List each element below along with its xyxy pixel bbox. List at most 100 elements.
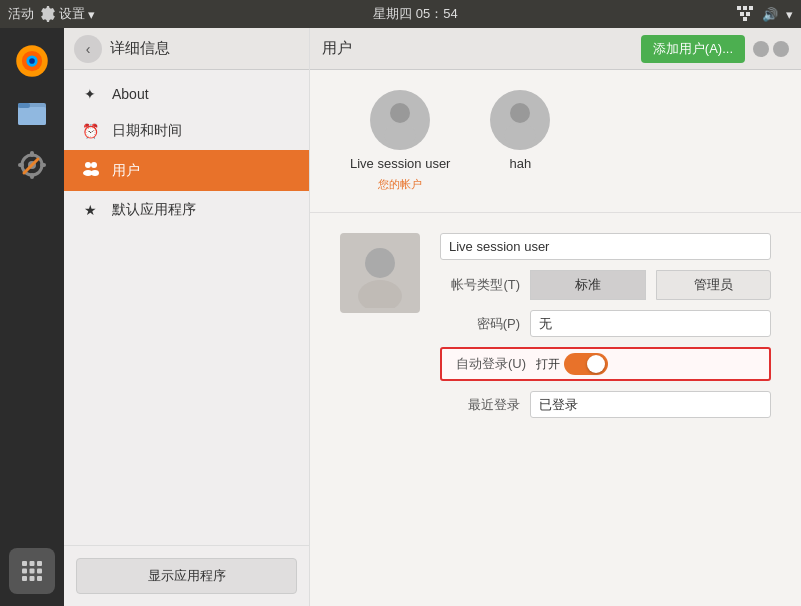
- sidebar-header: ‹ 详细信息: [64, 28, 309, 70]
- activities-button[interactable]: 活动: [8, 5, 34, 23]
- settings-panel: ‹ 详细信息 ✦ About ⏰ 日期和时间: [64, 28, 801, 606]
- autologin-row: 自动登录(U) 打开: [440, 347, 771, 381]
- content-area: 用户 添加用户(A)...: [310, 28, 801, 606]
- type-admin-button[interactable]: 管理员: [656, 270, 772, 300]
- sidebar-item-users[interactable]: 用户: [64, 150, 309, 191]
- add-user-button[interactable]: 添加用户(A)...: [641, 35, 745, 63]
- user-details-form: 帐号类型(T) 标准 管理员 密码(P) 自动登录(U) 打开: [310, 213, 801, 438]
- show-apps-button[interactable]: 显示应用程序: [76, 558, 297, 594]
- sidebar-item-label-about: About: [112, 86, 149, 102]
- last-login-row: 最近登录: [440, 391, 771, 418]
- dock-show-apps[interactable]: [9, 548, 55, 594]
- svg-rect-3: [740, 12, 744, 16]
- sidebar-nav: ✦ About ⏰ 日期和时间: [64, 70, 309, 545]
- window-controls: [753, 41, 789, 57]
- gear-icon: [40, 6, 56, 22]
- users-section: Live session user 您的帐户 hah: [310, 70, 801, 213]
- sidebar-item-datetime[interactable]: ⏰ 日期和时间: [64, 112, 309, 150]
- svg-rect-25: [37, 569, 42, 574]
- volume-icon: 🔊: [762, 7, 778, 22]
- sidebar-item-about[interactable]: ✦ About: [64, 76, 309, 112]
- svg-rect-24: [30, 569, 35, 574]
- svg-rect-23: [22, 569, 27, 574]
- main-container: ‹ 详细信息 ✦ About ⏰ 日期和时间: [0, 28, 801, 606]
- autologin-toggle[interactable]: [564, 353, 608, 375]
- settings-label: 设置: [59, 5, 85, 23]
- svg-point-9: [29, 58, 35, 64]
- svg-rect-17: [18, 163, 24, 167]
- svg-point-38: [358, 280, 402, 308]
- svg-rect-0: [737, 6, 741, 10]
- password-label: 密码(P): [440, 315, 520, 333]
- toggle-knob: [587, 355, 605, 373]
- svg-rect-12: [18, 103, 30, 108]
- sidebar-item-label-datetime: 日期和时间: [112, 122, 182, 140]
- window-close-button[interactable]: [773, 41, 789, 57]
- password-row: 密码(P): [440, 310, 771, 337]
- datetime-display: 星期四 05：54: [373, 5, 458, 23]
- sidebar-footer: 显示应用程序: [64, 545, 309, 606]
- sidebar-item-label-default-apps: 默认应用程序: [112, 201, 196, 219]
- topbar: 活动 设置 ▾ 星期四 05：54 🔊 ▾: [0, 0, 801, 28]
- svg-point-37: [365, 248, 395, 278]
- sidebar-item-default-apps[interactable]: ★ 默认应用程序: [64, 191, 309, 229]
- form-section: 帐号类型(T) 标准 管理员 密码(P) 自动登录(U) 打开: [440, 233, 771, 418]
- svg-rect-4: [746, 12, 750, 16]
- svg-rect-21: [30, 561, 35, 566]
- topbar-left: 活动 设置 ▾: [8, 5, 95, 23]
- user-card-hah[interactable]: hah: [490, 90, 550, 192]
- svg-rect-5: [743, 17, 747, 21]
- autologin-toggle-container: 打开: [536, 353, 608, 375]
- svg-rect-28: [37, 576, 42, 581]
- about-icon: ✦: [80, 86, 100, 102]
- topbar-center: 星期四 05：54: [373, 5, 458, 23]
- dock: [0, 28, 64, 606]
- dock-firefox[interactable]: [9, 38, 55, 84]
- content-title: 用户: [322, 39, 352, 58]
- user-card-live[interactable]: Live session user 您的帐户: [350, 90, 450, 192]
- svg-rect-16: [30, 173, 34, 179]
- sidebar-item-label-users: 用户: [112, 162, 140, 180]
- username-row: [440, 233, 771, 260]
- username-input[interactable]: [440, 233, 771, 260]
- svg-point-35: [510, 103, 530, 123]
- last-login-label: 最近登录: [440, 396, 520, 414]
- autologin-label: 自动登录(U): [446, 355, 526, 373]
- sidebar-title: 详细信息: [110, 39, 170, 58]
- header-actions: 添加用户(A)...: [641, 35, 789, 63]
- account-type-label: 帐号类型(T): [440, 276, 520, 294]
- type-standard-button[interactable]: 标准: [530, 270, 646, 300]
- user-avatar-hah: [490, 90, 550, 150]
- dock-settings[interactable]: [9, 142, 55, 188]
- svg-rect-18: [40, 163, 46, 167]
- clock-icon: ⏰: [80, 123, 100, 139]
- svg-point-29: [85, 162, 91, 168]
- svg-rect-22: [37, 561, 42, 566]
- svg-rect-27: [30, 576, 35, 581]
- user-sublabel-live: 您的帐户: [378, 177, 422, 192]
- back-button[interactable]: ‹: [74, 35, 102, 63]
- svg-point-34: [384, 123, 416, 145]
- svg-point-36: [504, 123, 536, 145]
- topbar-right: 🔊 ▾: [736, 5, 793, 24]
- settings-dropdown-arrow: ▾: [88, 7, 95, 22]
- svg-rect-26: [22, 576, 27, 581]
- settings-menu[interactable]: 设置 ▾: [40, 5, 95, 23]
- svg-point-32: [91, 170, 99, 176]
- svg-rect-1: [743, 6, 747, 10]
- window-minimize-button[interactable]: [753, 41, 769, 57]
- svg-rect-15: [30, 151, 34, 157]
- sidebar: ‹ 详细信息 ✦ About ⏰ 日期和时间: [64, 28, 310, 606]
- user-avatar-large[interactable]: [340, 233, 420, 313]
- svg-line-19: [24, 159, 38, 173]
- system-menu-icon: ▾: [786, 7, 793, 22]
- user-avatar-live: [370, 90, 430, 150]
- svg-rect-11: [18, 107, 46, 125]
- svg-point-31: [91, 162, 97, 168]
- dock-files[interactable]: [9, 90, 55, 136]
- autologin-state-label: 打开: [536, 356, 560, 373]
- content-header: 用户 添加用户(A)...: [310, 28, 801, 70]
- last-login-input[interactable]: [530, 391, 771, 418]
- svg-rect-2: [749, 6, 753, 10]
- password-input[interactable]: [530, 310, 771, 337]
